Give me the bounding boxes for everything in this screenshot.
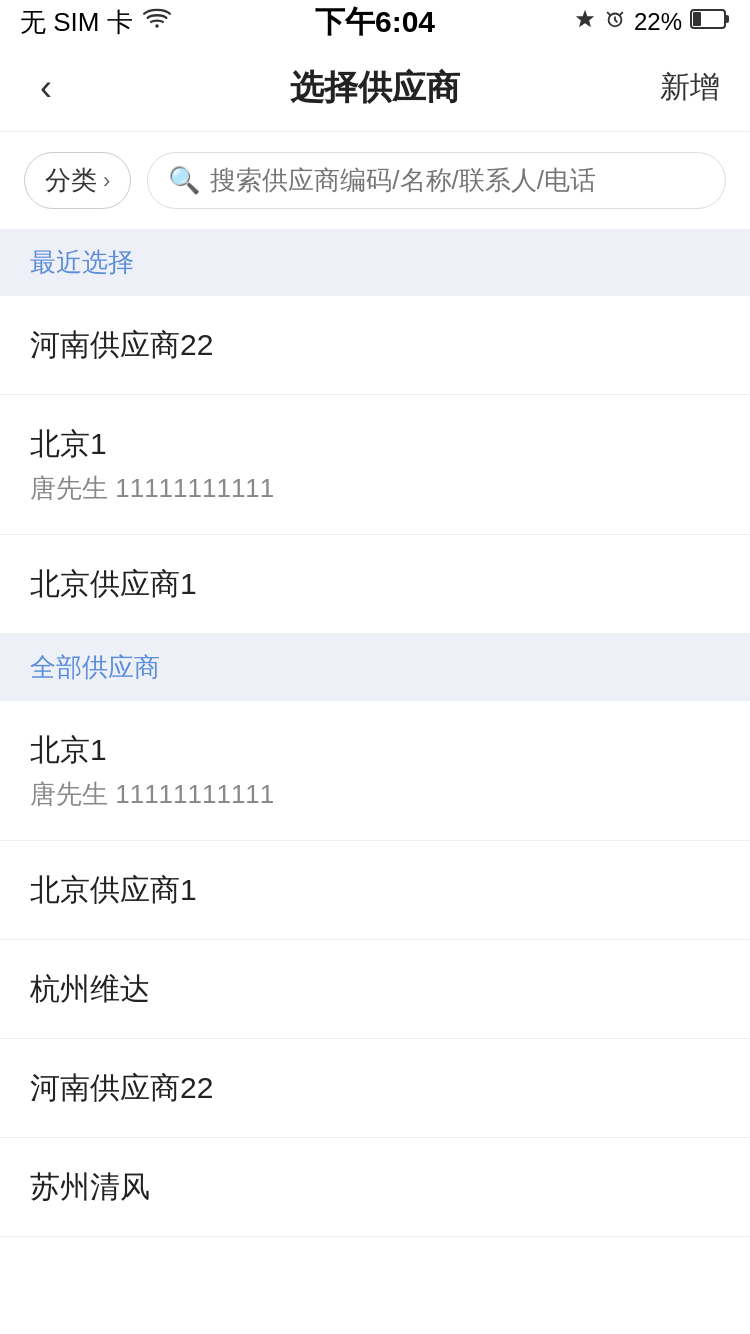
item-name: 北京1 (30, 423, 720, 465)
item-contact: 唐先生 11111111111 (30, 471, 720, 506)
nav-bar: ‹ 选择供应商 新增 (0, 44, 750, 132)
svg-rect-4 (693, 12, 701, 26)
item-name: 北京供应商1 (30, 869, 720, 911)
list-item[interactable]: 北京供应商1 (0, 535, 750, 634)
item-name: 杭州维达 (30, 968, 720, 1010)
list-item[interactable]: 河南供应商22 (0, 296, 750, 395)
item-name: 河南供应商22 (30, 324, 720, 366)
search-box[interactable]: 🔍 (147, 152, 726, 209)
status-left: 无 SIM 卡 (20, 5, 171, 40)
wifi-icon (143, 5, 171, 40)
battery-icon (690, 8, 730, 36)
item-contact: 唐先生 11111111111 (30, 777, 720, 812)
alarm-icon (604, 8, 626, 36)
svg-rect-3 (725, 15, 729, 23)
add-button[interactable]: 新增 (660, 67, 720, 108)
list-item[interactable]: 苏州清风 (0, 1138, 750, 1237)
all-section-header: 全部供应商 (0, 634, 750, 701)
search-icon: 🔍 (168, 165, 200, 196)
recent-section-header: 最近选择 (0, 229, 750, 296)
back-button[interactable]: ‹ (30, 57, 62, 119)
status-right: 22% (574, 8, 730, 36)
list-item[interactable]: 河南供应商22 (0, 1039, 750, 1138)
all-list: 北京1 唐先生 11111111111 北京供应商1 杭州维达河南供应商22 苏州清风 (0, 701, 750, 1237)
item-name: 北京供应商1 (30, 563, 720, 605)
recent-section-label: 最近选择 (30, 247, 134, 277)
recent-list: 河南供应商22 北京1 唐先生 11111111111 北京供应商1 (0, 296, 750, 634)
carrier-label: 无 SIM 卡 (20, 5, 133, 40)
list-item[interactable]: 杭州维达 (0, 940, 750, 1039)
search-input[interactable] (210, 165, 705, 196)
list-item[interactable]: 北京供应商1 (0, 841, 750, 940)
battery-percent: 22% (634, 8, 682, 36)
svg-point-0 (155, 24, 159, 28)
category-label: 分类 (45, 163, 97, 198)
page-title: 选择供应商 (290, 65, 460, 111)
list-item[interactable]: 北京1 唐先生 11111111111 (0, 395, 750, 535)
filter-bar: 分类 › 🔍 (0, 132, 750, 229)
status-bar: 无 SIM 卡 下午6:04 22% (0, 0, 750, 44)
status-time: 下午6:04 (315, 2, 435, 43)
list-item[interactable]: 北京1 唐先生 11111111111 (0, 701, 750, 841)
chevron-right-icon: › (103, 168, 110, 194)
location-icon (574, 8, 596, 36)
item-name: 河南供应商22 (30, 1067, 720, 1109)
all-section-label: 全部供应商 (30, 652, 160, 682)
item-name: 北京1 (30, 729, 720, 771)
item-name: 苏州清风 (30, 1166, 720, 1208)
category-filter[interactable]: 分类 › (24, 152, 131, 209)
